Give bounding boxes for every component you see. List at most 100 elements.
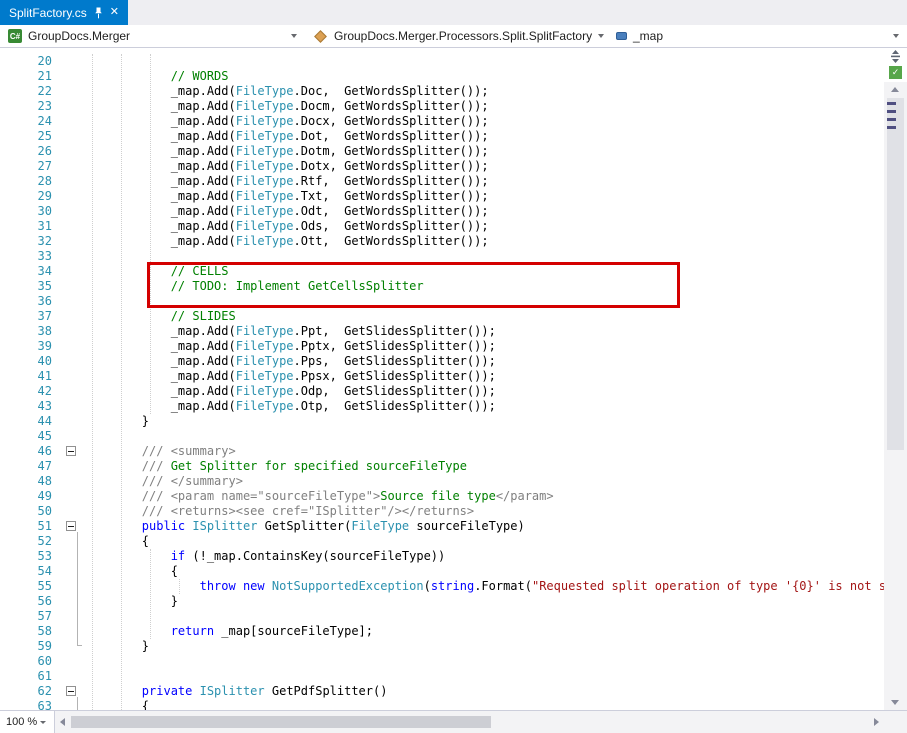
code-lines: 20 21 // WORDS 22 _map.Add(FileType.Doc, G… (0, 48, 884, 710)
line-number: 37 (37, 309, 52, 323)
tab-splitfactory[interactable]: SplitFactory.cs ✕ (0, 0, 129, 25)
line-number: 36 (37, 294, 52, 308)
vertical-scrollbar-thumb[interactable] (887, 98, 904, 450)
member-dropdown-label: _map (633, 29, 664, 43)
collapse-toggle-icon[interactable] (66, 686, 76, 696)
code-line-60[interactable]: 60 (0, 654, 884, 669)
code-line-20[interactable]: 20 (0, 54, 884, 69)
outline-margin (60, 429, 84, 444)
outline-margin (60, 489, 84, 504)
code-line-63[interactable]: 63 { (0, 699, 884, 710)
code-line-29[interactable]: 29 _map.Add(FileType.Txt, GetWordsSplitt… (0, 189, 884, 204)
pin-icon[interactable] (94, 7, 103, 19)
outline-margin (60, 294, 84, 309)
scroll-down-arrow-icon[interactable] (891, 700, 899, 705)
split-editor-handle[interactable] (884, 48, 907, 65)
code-line-56[interactable]: 56 } (0, 594, 884, 609)
code-line-38[interactable]: 38 _map.Add(FileType.Ppt, GetSlidesSplit… (0, 324, 884, 339)
code-text: _map.Add(FileType.Docm, GetWordsSplitter… (84, 99, 489, 113)
code-line-47[interactable]: 47 /// Get Splitter for specified source… (0, 459, 884, 474)
code-text: // SLIDES (170, 309, 236, 323)
code-line-55[interactable]: 55 throw new NotSupportedException(strin… (0, 579, 884, 594)
type-dropdown[interactable]: GroupDocs.Merger.Processors.Split.SplitF… (305, 25, 608, 47)
code-text: { (84, 534, 150, 548)
code-line-58[interactable]: 58 return _map[sourceFileType]; (0, 624, 884, 639)
code-text: /// <summary> (84, 444, 236, 458)
outline-margin (60, 444, 84, 459)
horizontal-scrollbar-thumb[interactable] (71, 716, 491, 728)
code-line-61[interactable]: 61 (0, 669, 884, 684)
outline-margin (60, 204, 84, 219)
outline-margin (60, 174, 84, 189)
code-line-48[interactable]: 48 /// </summary> (0, 474, 884, 489)
code-line-51[interactable]: 51 public ISplitter GetSplitter(FileType… (0, 519, 884, 534)
code-line-37[interactable]: 37 // SLIDES (0, 309, 884, 324)
code-line-28[interactable]: 28 _map.Add(FileType.Rtf, GetWordsSplitt… (0, 174, 884, 189)
line-number: 44 (37, 414, 52, 428)
collapse-toggle-icon[interactable] (66, 446, 76, 456)
line-number: 31 (37, 219, 52, 233)
project-dropdown[interactable]: C# GroupDocs.Merger (0, 25, 305, 47)
code-line-21[interactable]: 21 // WORDS (0, 69, 884, 84)
scroll-left-arrow-icon[interactable] (60, 718, 65, 726)
collapse-toggle-icon[interactable] (66, 521, 76, 531)
outline-margin (60, 339, 84, 354)
code-line-45[interactable]: 45 (0, 429, 884, 444)
outline-margin (60, 519, 84, 534)
vertical-scrollbar[interactable] (884, 82, 907, 710)
close-icon[interactable]: ✕ (110, 7, 119, 18)
bottom-bar: 100 % (0, 710, 907, 733)
chevron-down-icon (598, 34, 605, 38)
outline-margin (60, 189, 84, 204)
code-line-43[interactable]: 43 _map.Add(FileType.Otp, GetSlidesSplit… (0, 399, 884, 414)
scrollbar-corner (884, 711, 907, 733)
code-line-30[interactable]: 30 _map.Add(FileType.Odt, GetWordsSplitt… (0, 204, 884, 219)
outline-margin (60, 654, 84, 669)
code-line-23[interactable]: 23 _map.Add(FileType.Docm, GetWordsSplit… (0, 99, 884, 114)
code-line-27[interactable]: 27 _map.Add(FileType.Dotx, GetWordsSplit… (0, 159, 884, 174)
code-line-41[interactable]: 41 _map.Add(FileType.Ppsx, GetSlidesSpli… (0, 369, 884, 384)
code-line-25[interactable]: 25 _map.Add(FileType.Dot, GetWordsSplitt… (0, 129, 884, 144)
code-line-54[interactable]: 54 { (0, 564, 884, 579)
outline-margin (60, 309, 84, 324)
scroll-up-arrow-icon[interactable] (891, 87, 899, 92)
code-line-62[interactable]: 62 private ISplitter GetPdfSplitter() (0, 684, 884, 699)
code-editor[interactable]: 20 21 // WORDS 22 _map.Add(FileType.Doc, G… (0, 48, 884, 710)
code-line-22[interactable]: 22 _map.Add(FileType.Doc, GetWordsSplitt… (0, 84, 884, 99)
code-line-49[interactable]: 49 /// <param name="sourceFileType">Sour… (0, 489, 884, 504)
code-text: private ISplitter GetPdfSplitter() (141, 684, 388, 698)
line-number: 55 (37, 579, 52, 593)
code-line-31[interactable]: 31 _map.Add(FileType.Ods, GetWordsSplitt… (0, 219, 884, 234)
outline-margin (60, 414, 84, 429)
code-line-52[interactable]: 52 { (0, 534, 884, 549)
line-number: 43 (37, 399, 52, 413)
code-line-53[interactable]: 53 if (!_map.ContainsKey(sourceFileType)… (0, 549, 884, 564)
line-number: 56 (37, 594, 52, 608)
code-line-44[interactable]: 44 } (0, 414, 884, 429)
outline-margin (60, 69, 84, 84)
code-line-59[interactable]: 59 } (0, 639, 884, 654)
outline-margin (60, 609, 84, 624)
code-line-50[interactable]: 50 /// <returns><see cref="ISplitter"/><… (0, 504, 884, 519)
code-text: _map.Add(FileType.Odp, GetSlidesSplitter… (84, 384, 496, 398)
code-line-39[interactable]: 39 _map.Add(FileType.Pptx, GetSlidesSpli… (0, 339, 884, 354)
outline-margin (60, 459, 84, 474)
code-line-42[interactable]: 42 _map.Add(FileType.Odp, GetSlidesSplit… (0, 384, 884, 399)
code-text: return _map[sourceFileType]; (170, 624, 374, 638)
code-line-40[interactable]: 40 _map.Add(FileType.Pps, GetSlidesSplit… (0, 354, 884, 369)
code-line-46[interactable]: 46 /// <summary> (0, 444, 884, 459)
code-line-32[interactable]: 32 _map.Add(FileType.Ott, GetWordsSplitt… (0, 234, 884, 249)
code-text: _map.Add(FileType.Pptx, GetSlidesSplitte… (84, 339, 496, 353)
zoom-control[interactable]: 100 % (0, 711, 55, 733)
scroll-right-arrow-icon[interactable] (874, 718, 879, 726)
code-line-57[interactable]: 57 (0, 609, 884, 624)
code-text: // WORDS (170, 69, 229, 83)
file-health-indicator[interactable]: ✓ (884, 65, 907, 80)
chevron-down-icon (893, 34, 899, 38)
code-text: } (84, 594, 178, 608)
code-line-26[interactable]: 26 _map.Add(FileType.Dotm, GetWordsSplit… (0, 144, 884, 159)
code-line-24[interactable]: 24 _map.Add(FileType.Docx, GetWordsSplit… (0, 114, 884, 129)
member-dropdown[interactable]: _map (608, 25, 907, 47)
horizontal-scrollbar[interactable] (55, 711, 884, 733)
outline-margin (60, 219, 84, 234)
